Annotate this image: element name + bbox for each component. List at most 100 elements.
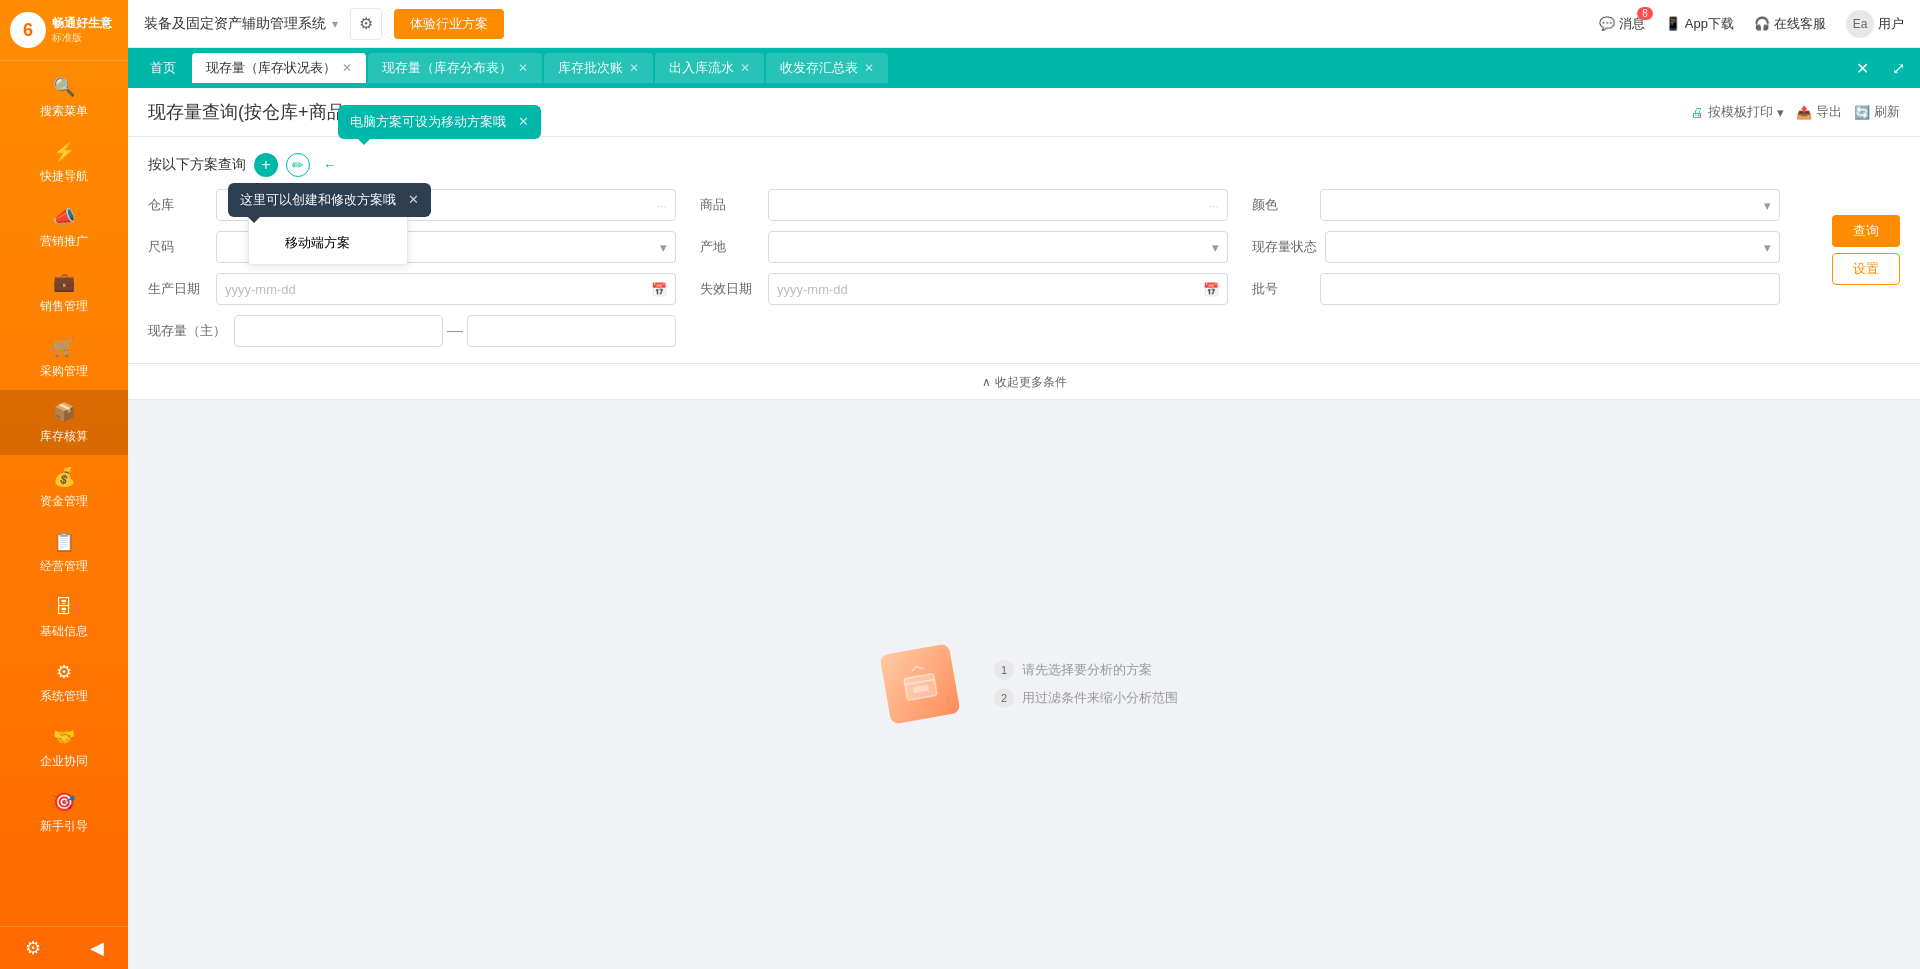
sidebar-item-operation-label: 经营管理 — [40, 558, 88, 575]
collapse-button[interactable]: ∧ 收起更多条件 — [982, 374, 1067, 391]
filter-row-origin: 产地 ▾ — [700, 231, 1228, 263]
system-nav-icon: ⚙ — [52, 660, 76, 684]
sidebar-settings-btn[interactable]: ⚙ — [25, 937, 41, 959]
newbie-nav-icon: 🎯 — [52, 790, 76, 814]
tab-close-all-button[interactable]: ✕ — [1848, 54, 1876, 82]
sidebar-item-newbie-label: 新手引导 — [40, 818, 88, 835]
sidebar-logo: 6 畅通好生意 标准版 — [0, 0, 128, 61]
tab-receive-send[interactable]: 收发存汇总表 ✕ — [766, 53, 888, 83]
origin-dropdown-icon: ▾ — [1212, 240, 1219, 255]
empty-box-icon — [879, 644, 960, 725]
prod-date-placeholder: yyyy-mm-dd — [225, 282, 296, 297]
sidebar-item-operation[interactable]: 📋 经营管理 — [0, 520, 128, 585]
tab-receive-send-close[interactable]: ✕ — [864, 61, 874, 75]
filter-edit-button[interactable]: ✏ — [286, 153, 310, 177]
sidebar-item-purchase[interactable]: 🛒 采购管理 — [0, 325, 128, 390]
app-download-button[interactable]: 📱 App下载 — [1665, 15, 1734, 33]
batch-no-label: 批号 — [1252, 280, 1312, 298]
tab-batch-ledger-close[interactable]: ✕ — [629, 61, 639, 75]
tab-inventory-dist-label: 现存量（库存分布表） — [382, 59, 512, 77]
sidebar-bottom: ⚙ ◀ — [0, 926, 128, 969]
stock-qty-max-input[interactable] — [467, 315, 676, 347]
sidebar-collapse-btn[interactable]: ◀ — [90, 937, 104, 959]
filter-arrow-button[interactable]: ← — [318, 153, 342, 177]
user-label: 用户 — [1878, 15, 1904, 33]
sidebar-item-guide-label: 快捷导航 — [40, 168, 88, 185]
empty-step-1-num: 1 — [994, 660, 1014, 680]
main-area: 装备及固定资产辅助管理系统 ▾ ⚙ 体验行业方案 💬 消息 8 📱 App下载 … — [128, 0, 1920, 969]
goods-label: 商品 — [700, 196, 760, 214]
search-nav-icon: 🔍 — [52, 75, 76, 99]
sidebar-item-system[interactable]: ⚙ 系统管理 — [0, 650, 128, 715]
filter-header: 按以下方案查询 + ✏ ← 电脑方案可设为移动方案哦 ✕ 这里可以创建和修改方案… — [148, 153, 1900, 177]
tab-inventory-dist-close[interactable]: ✕ — [518, 61, 528, 75]
sidebar-item-search[interactable]: 🔍 搜索菜单 — [0, 65, 128, 130]
prod-date-input[interactable]: yyyy-mm-dd 📅 — [216, 273, 676, 305]
prod-date-calendar-icon[interactable]: 📅 — [651, 282, 667, 297]
tab-inventory-status[interactable]: 现存量（库存状况表） ✕ — [192, 53, 366, 83]
expire-date-input[interactable]: yyyy-mm-dd 📅 — [768, 273, 1228, 305]
tab-inventory-status-close[interactable]: ✕ — [342, 61, 352, 75]
color-select[interactable]: ▾ — [1320, 189, 1780, 221]
size-dropdown-icon: ▾ — [660, 240, 667, 255]
tab-home-label: 首页 — [150, 59, 176, 77]
sidebar-item-enterprise[interactable]: 🤝 企业协同 — [0, 715, 128, 780]
sidebar-item-guide[interactable]: ⚡ 快捷导航 — [0, 130, 128, 195]
tab-receive-send-label: 收发存汇总表 — [780, 59, 858, 77]
tab-batch-ledger[interactable]: 库存批次账 ✕ — [544, 53, 653, 83]
stock-qty-min-input[interactable] — [234, 315, 443, 347]
sidebar-item-marketing[interactable]: 📣 营销推广 — [0, 195, 128, 260]
empty-step-2-num: 2 — [994, 688, 1014, 708]
pc-scheme-tooltip-close[interactable]: ✕ — [518, 114, 529, 129]
experience-button[interactable]: 体验行业方案 — [394, 9, 504, 39]
refresh-label: 刷新 — [1874, 103, 1900, 121]
refresh-icon: 🔄 — [1854, 105, 1870, 120]
create-scheme-tooltip-close[interactable]: ✕ — [408, 192, 419, 207]
message-button[interactable]: 💬 消息 8 — [1599, 15, 1645, 33]
reset-button[interactable]: 设置 — [1832, 253, 1900, 285]
search-button[interactable]: 查询 — [1832, 215, 1900, 247]
settings-button[interactable]: ⚙ — [350, 8, 382, 40]
tab-inout-flow[interactable]: 出入库流水 ✕ — [655, 53, 764, 83]
top-header: 装备及固定资产辅助管理系统 ▾ ⚙ 体验行业方案 💬 消息 8 📱 App下载 … — [128, 0, 1920, 48]
action-buttons: 查询 设置 — [1832, 215, 1900, 285]
user-button[interactable]: Ea 用户 — [1846, 10, 1904, 38]
tab-home[interactable]: 首页 — [136, 53, 190, 83]
export-button[interactable]: 📤 导出 — [1796, 103, 1842, 121]
goods-select[interactable]: ··· — [768, 189, 1228, 221]
collapse-label: 收起更多条件 — [995, 374, 1067, 391]
sales-nav-icon: 💼 — [52, 270, 76, 294]
tab-expand-button[interactable]: ⤢ — [1884, 54, 1912, 82]
sidebar-item-inventory[interactable]: 📦 库存核算 — [0, 390, 128, 455]
filter-add-button[interactable]: + — [254, 153, 278, 177]
filter-row-batch-no: 批号 — [1252, 273, 1780, 305]
batch-no-input[interactable] — [1320, 273, 1780, 305]
collapse-icon: ∧ — [982, 375, 991, 389]
sidebar-item-newbie[interactable]: 🎯 新手引导 — [0, 780, 128, 845]
stock-status-select[interactable]: ▾ — [1325, 231, 1780, 263]
tab-inventory-status-label: 现存量（库存状况表） — [206, 59, 336, 77]
enterprise-nav-icon: 🤝 — [52, 725, 76, 749]
sidebar-item-inventory-label: 库存核算 — [40, 428, 88, 445]
sidebar-item-basic-label: 基础信息 — [40, 623, 88, 640]
scheme-item-mobile[interactable]: 移动端方案 — [249, 226, 407, 260]
empty-state: 1 请先选择要分析的方案 2 用过滤条件来缩小分析范围 — [128, 400, 1920, 970]
sidebar-item-finance[interactable]: 💰 资金管理 — [0, 455, 128, 520]
tab-inout-flow-close[interactable]: ✕ — [740, 61, 750, 75]
sidebar-item-marketing-label: 营销推广 — [40, 233, 88, 250]
pc-scheme-tooltip-text: 电脑方案可设为移动方案哦 — [350, 114, 506, 129]
tab-inventory-dist[interactable]: 现存量（库存分布表） ✕ — [368, 53, 542, 83]
sidebar-item-sales[interactable]: 💼 销售管理 — [0, 260, 128, 325]
empty-step-2-text: 用过滤条件来缩小分析范围 — [1022, 689, 1178, 707]
origin-select[interactable]: ▾ — [768, 231, 1228, 263]
filter-row-stock-qty: 现存量（主） — — [148, 315, 676, 347]
print-button[interactable]: 🖨 按模板打印 ▾ — [1691, 103, 1784, 121]
filter-section: 按以下方案查询 + ✏ ← 电脑方案可设为移动方案哦 ✕ 这里可以创建和修改方案… — [128, 137, 1920, 364]
system-dropdown-icon[interactable]: ▾ — [332, 17, 338, 31]
export-label: 导出 — [1816, 103, 1842, 121]
expire-date-calendar-icon[interactable]: 📅 — [1203, 282, 1219, 297]
sidebar-item-basic[interactable]: 🗄 基础信息 — [0, 585, 128, 650]
refresh-button[interactable]: 🔄 刷新 — [1854, 103, 1900, 121]
range-separator: — — [447, 322, 463, 340]
support-button[interactable]: 🎧 在线客服 — [1754, 15, 1826, 33]
